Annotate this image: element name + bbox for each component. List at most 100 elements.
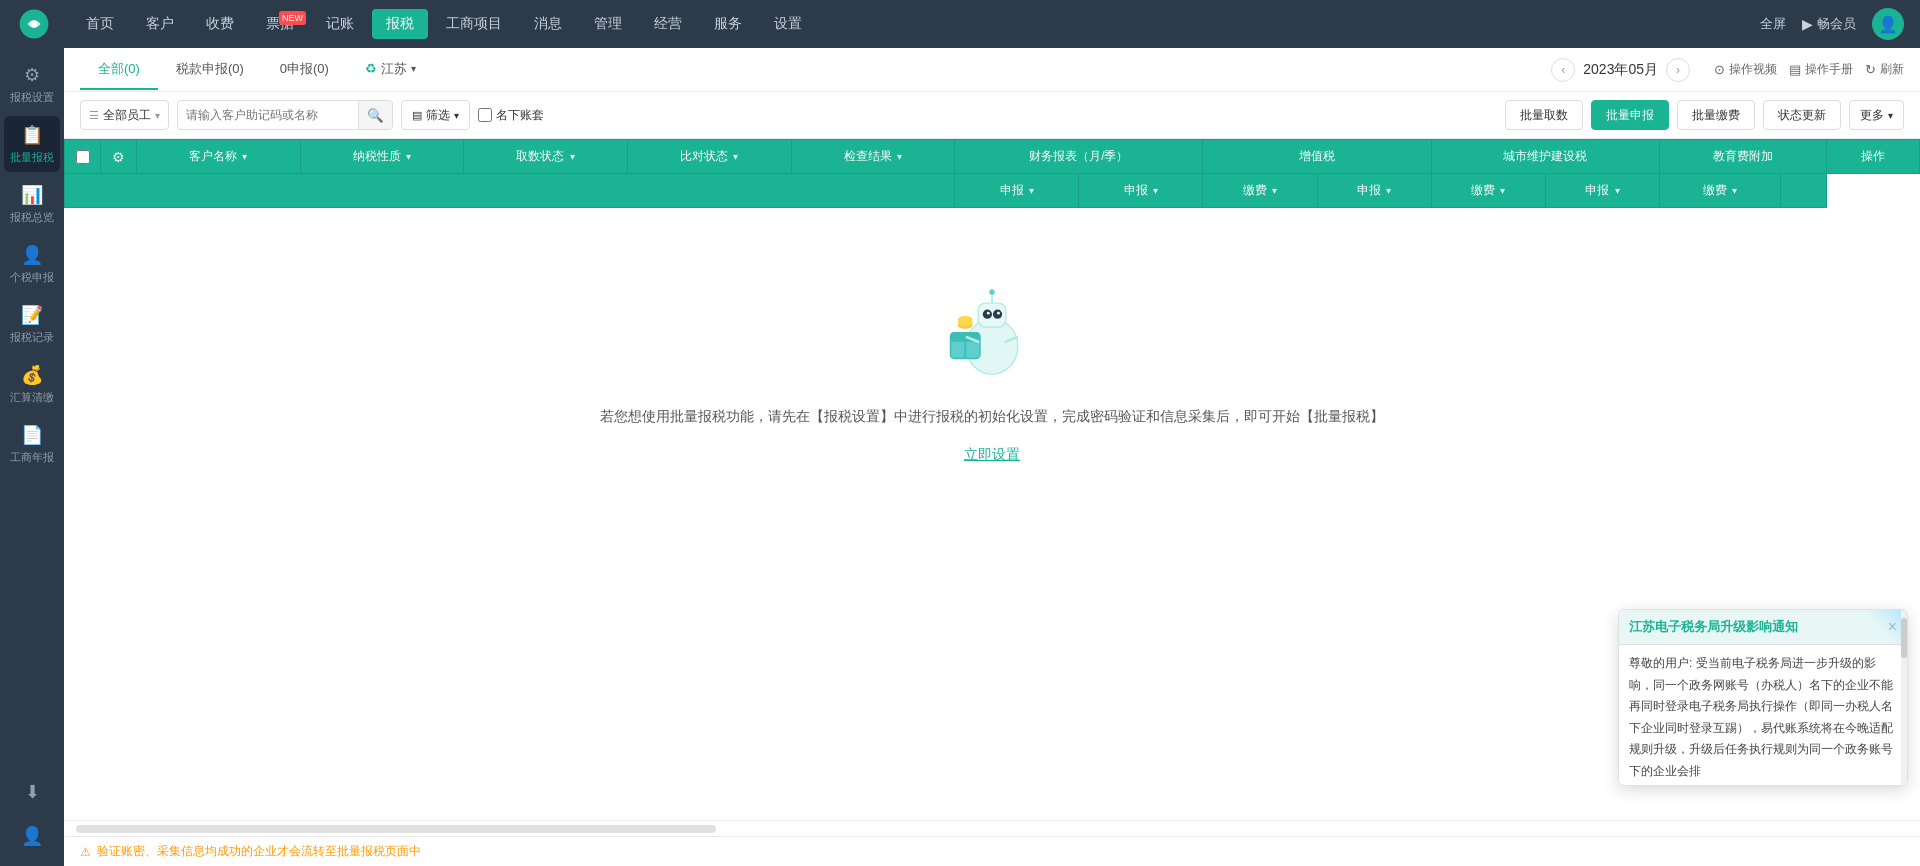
search-wrap: 🔍	[177, 100, 393, 130]
period-next-btn[interactable]: ›	[1666, 58, 1690, 82]
th-city-pay: 缴费 ▾	[1431, 174, 1545, 208]
sidebar-item-报税设置[interactable]: ⚙报税设置	[4, 56, 60, 112]
sidebar-item-报税记录[interactable]: 📝报税记录	[4, 296, 60, 352]
sidebar-item-批量报税[interactable]: 📋批量报税	[4, 116, 60, 172]
sidebar-icon: ⚙	[24, 64, 40, 86]
notif-close-btn[interactable]: ×	[1888, 618, 1897, 636]
more-btn[interactable]: 更多 ▾	[1849, 100, 1904, 130]
nav-item-管理[interactable]: 管理	[580, 9, 636, 39]
nav-item-报税[interactable]: 报税	[372, 9, 428, 39]
main-table: ⚙ 客户名称 ▾ 纳税性质 ▾ 取数状态 ▾ 比对状态 ▾	[64, 139, 1920, 524]
th-compare-status: 比对状态 ▾	[627, 140, 791, 174]
select-all-checkbox[interactable]	[76, 150, 90, 164]
nav-item-记账[interactable]: 记账	[312, 9, 368, 39]
horizontal-scroll-area[interactable]	[64, 820, 1920, 836]
scroll-track	[76, 825, 716, 833]
nav-item-客户[interactable]: 客户	[132, 9, 188, 39]
fi7: ▾	[1732, 185, 1737, 196]
op-refresh-btn[interactable]: ↻ 刷新	[1865, 61, 1904, 78]
tab-zero-declare[interactable]: 0申报(0)	[262, 50, 347, 90]
notif-body: 尊敬的用户: 受当前电子税务局进一步升级的影响，同一个政务网账号（办税人）名下的…	[1619, 645, 1907, 785]
th-edu-tax: 教育费附加	[1659, 140, 1826, 174]
filter-icon-tax: ▾	[406, 151, 411, 162]
sidebar-label: 报税总览	[10, 210, 54, 225]
period-prev-btn[interactable]: ‹	[1551, 58, 1575, 82]
search-button[interactable]: 🔍	[358, 100, 392, 130]
select-icon: ☰	[89, 109, 99, 122]
region-label: 江苏	[381, 60, 407, 78]
nav-item-收费[interactable]: 收费	[192, 9, 248, 39]
filter-button[interactable]: ▤ 筛选 ▾	[401, 100, 470, 130]
top-navigation: 首页客户收费票据NEW记账报税工商项目消息管理经营服务设置 全屏 ▶ 畅会员 👤	[0, 0, 1920, 48]
nav-item-票据[interactable]: 票据NEW	[252, 9, 308, 39]
filter-icon-name: ▾	[242, 151, 247, 162]
th-tax-nature: 纳税性质 ▾	[300, 140, 464, 174]
tab-region[interactable]: ♻ 江苏 ▾	[347, 50, 434, 90]
sidebar-item-报税总览[interactable]: 📊 报税总览	[4, 176, 60, 232]
sidebar-icon: 📝	[21, 304, 43, 326]
table-sub-header-row: 申报 ▾ 申报 ▾ 缴费 ▾ 申报 ▾ 缴费 ▾ 申报 ▾ 缴费 ▾	[65, 174, 1920, 208]
batch-pay-btn[interactable]: 批量缴费	[1677, 100, 1755, 130]
batch-declare-btn[interactable]: 批量申报	[1591, 100, 1669, 130]
fullscreen-btn[interactable]: 全屏	[1760, 15, 1786, 33]
sidebar-label: 个税申报	[10, 270, 54, 285]
nav-item-经营[interactable]: 经营	[640, 9, 696, 39]
nav-item-服务[interactable]: 服务	[700, 9, 756, 39]
op-video-btn[interactable]: ⊙ 操作视频	[1714, 61, 1777, 78]
account-set-checkbox-label[interactable]: 名下账套	[478, 107, 544, 124]
th-empty-colspan	[65, 174, 955, 208]
member-btn[interactable]: ▶ 畅会员	[1802, 15, 1856, 33]
user-avatar[interactable]: 👤	[1872, 8, 1904, 40]
th-vat-pay: 缴费 ▾	[1203, 174, 1317, 208]
sidebar-label: 工商年报	[10, 450, 54, 465]
notif-title: 江苏电子税务局升级影响通知	[1629, 618, 1798, 636]
nav-item-首页[interactable]: 首页	[72, 9, 128, 39]
app-logo[interactable]	[16, 6, 52, 42]
th-financial-declare: 申报 ▾	[955, 174, 1079, 208]
th-edu-declare: 申报 ▾	[1545, 174, 1659, 208]
svg-point-13	[997, 312, 1000, 315]
svg-point-15	[989, 289, 995, 295]
toolbar: ☰ 全部员工 ▾ 🔍 ▤ 筛选 ▾ 名下账套 批量取数 批量申报	[64, 92, 1920, 139]
sidebar-item-汇算清缴[interactable]: 💰汇算清缴	[4, 356, 60, 412]
nav-item-工商项目[interactable]: 工商项目	[432, 9, 516, 39]
sidebar-item-工商年报[interactable]: 📄 工商年报	[4, 416, 60, 472]
video-icon: ⊙	[1714, 62, 1725, 77]
op-manual-btn[interactable]: ▤ 操作手册	[1789, 61, 1853, 78]
nav-item-消息[interactable]: 消息	[520, 9, 576, 39]
status-update-btn[interactable]: 状态更新	[1763, 100, 1841, 130]
sidebar-icon: 📊	[21, 184, 43, 206]
nav-item-设置[interactable]: 设置	[760, 9, 816, 39]
svg-point-12	[987, 312, 990, 315]
warning-icon: ⚠	[80, 845, 91, 859]
th-city-declare: 申报 ▾	[1317, 174, 1431, 208]
tab-bar: 全部(0) 税款申报(0) 0申报(0) ♻ 江苏 ▾ ‹ 2023年05月 ›…	[64, 48, 1920, 92]
sidebar-icon: 📄	[21, 424, 43, 446]
settings-icon: ⚙	[112, 149, 125, 165]
employee-select[interactable]: ☰ 全部员工 ▾	[80, 100, 169, 130]
th-vat: 增值税	[1203, 140, 1431, 174]
th-check-result: 检查结果 ▾	[791, 140, 955, 174]
batch-fetch-btn[interactable]: 批量取数	[1505, 100, 1583, 130]
sidebar-icon: 📋	[21, 124, 43, 146]
region-dropdown-icon: ▾	[411, 63, 416, 74]
fi6: ▾	[1615, 185, 1620, 196]
sidebar-bottom-user[interactable]: 👤	[14, 818, 50, 854]
setup-link[interactable]: 立即设置	[964, 446, 1020, 464]
notif-scrollbar[interactable]	[1901, 610, 1907, 785]
th-city-tax: 城市维护建设税	[1431, 140, 1659, 174]
search-input[interactable]	[178, 104, 358, 126]
account-set-checkbox[interactable]	[478, 108, 492, 122]
tab-all[interactable]: 全部(0)	[80, 50, 158, 90]
tab-tax-declare[interactable]: 税款申报(0)	[158, 50, 262, 90]
nav-items: 首页客户收费票据NEW记账报税工商项目消息管理经营服务设置	[72, 9, 1760, 39]
sidebar-bottom-download[interactable]: ⬇	[14, 774, 50, 810]
refresh-icon: ↻	[1865, 62, 1876, 77]
more-dropdown-icon: ▾	[1888, 110, 1893, 121]
fi3: ▾	[1272, 185, 1277, 196]
sidebar-icon: 💰	[21, 364, 43, 386]
sidebar-item-个税申报[interactable]: 👤个税申报	[4, 236, 60, 292]
robot-illustration	[932, 268, 1052, 388]
empty-text: 若您想使用批量报税功能，请先在【报税设置】中进行报税的初始化设置，完成密码验证和…	[600, 408, 1384, 426]
filter-icon-compare: ▾	[733, 151, 738, 162]
